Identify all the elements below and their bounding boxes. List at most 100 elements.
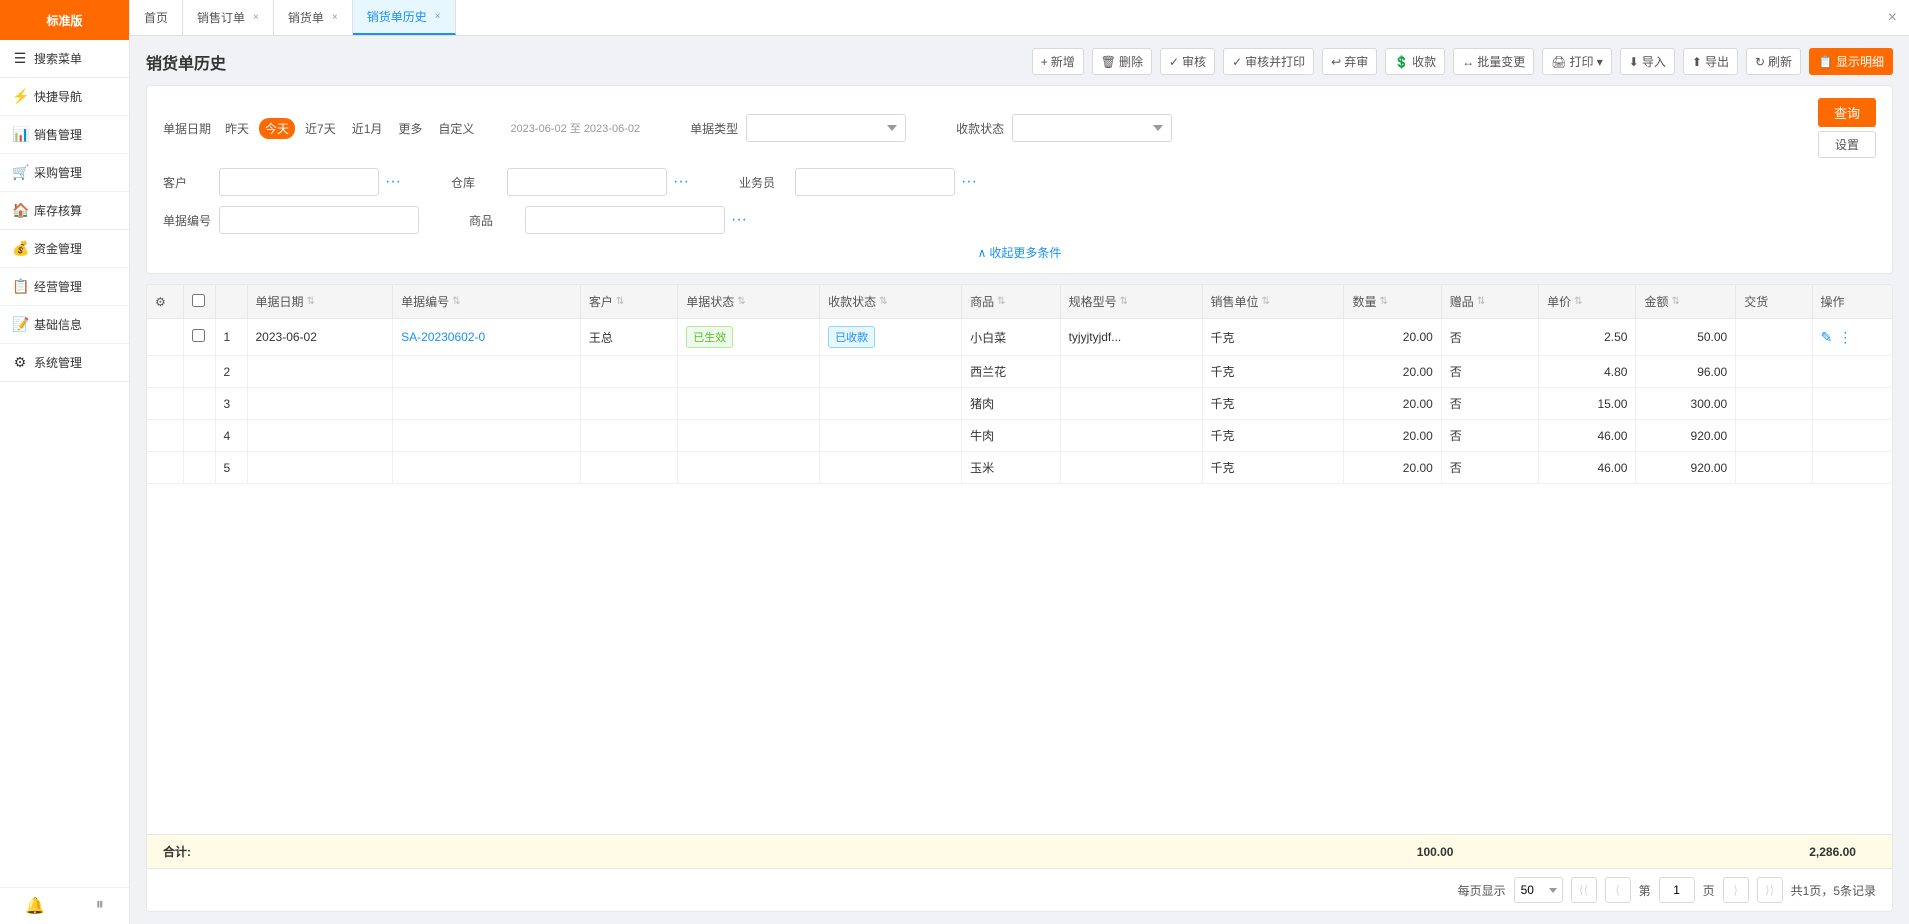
sidebar-item-purchase[interactable]: 🛒采购管理 [0, 154, 129, 192]
date-today[interactable]: 今天 [259, 118, 295, 139]
refresh-icon: ↻ [1755, 55, 1765, 69]
th-date[interactable]: 单据日期⇅ [247, 285, 393, 319]
th-unitprice[interactable]: 单价⇅ [1539, 285, 1636, 319]
pause-icon[interactable]: ⏸ [96, 896, 104, 916]
td-rowno: 2 [215, 356, 247, 388]
main-area: 首页销售订单×销货单× 销货单历史 × × 销货单历史 +新增 🗑删除 ✓审核 ✓审核并打… [130, 0, 1909, 924]
sidebar-item-operations[interactable]: 📋经营管理 [0, 268, 129, 306]
date-custom[interactable]: 自定义 [432, 118, 480, 139]
th-gift[interactable]: 赠品⇅ [1441, 285, 1538, 319]
batch-change-button[interactable]: ↔批量变更 [1453, 48, 1534, 75]
export-button[interactable]: ⬆导出 [1683, 48, 1738, 75]
doc-type-select[interactable] [746, 114, 906, 142]
td-checkbox [183, 420, 215, 452]
th-unit[interactable]: 销售单位⇅ [1202, 285, 1344, 319]
td-trade [1736, 452, 1812, 484]
th-goods[interactable]: 商品⇅ [962, 285, 1060, 319]
tab-close-icon[interactable]: × [253, 12, 259, 23]
date-7days[interactable]: 近7天 [299, 118, 342, 139]
tab-home[interactable]: 首页 [130, 0, 183, 35]
sidebar-item-inventory[interactable]: 🏠库存核算 [0, 192, 129, 230]
tab-bar-close-btn[interactable]: × [1876, 9, 1909, 27]
select-all-checkbox[interactable] [192, 294, 205, 307]
tab-close-icon[interactable]: × [332, 12, 338, 23]
th-trade: 交货 [1736, 285, 1812, 319]
goods-input[interactable] [525, 206, 725, 234]
th-docno[interactable]: 单据编号⇅ [393, 285, 581, 319]
td-date [247, 452, 393, 484]
per-page-select[interactable]: 10 20 50 100 [1514, 877, 1563, 903]
sidebar-item-basic[interactable]: 📝基础信息 [0, 306, 129, 344]
edit-action-btn[interactable]: ✎ [1821, 329, 1833, 345]
warehouse-more-icon[interactable]: ··· [673, 173, 689, 191]
date-yesterday[interactable]: 昨天 [219, 118, 255, 139]
more-action-btn[interactable]: ⋮ [1838, 329, 1852, 345]
notification-icon[interactable]: 🔔 [25, 896, 45, 916]
page-title: 销货单历史 [146, 50, 226, 74]
th-customer[interactable]: 客户⇅ [580, 285, 677, 319]
sidebar-item-finance[interactable]: 💰资金管理 [0, 230, 129, 268]
inventory-icon: 🏠 [12, 202, 28, 219]
new-button[interactable]: +新增 [1032, 48, 1084, 75]
collect-status-select[interactable] [1012, 114, 1172, 142]
filter-collapse-row: ∧ 收起更多条件 [163, 244, 1876, 261]
filter-row-1: 单据日期 昨天 今天 近7天 近1月 更多 自定义 2023-06-02 至 2… [163, 98, 1876, 158]
tab-sales-order[interactable]: 销售订单× [183, 0, 274, 35]
th-action: 操作 [1812, 285, 1892, 319]
th-amount[interactable]: 金额⇅ [1636, 285, 1736, 319]
show-details-button[interactable]: 📋显示明细 [1809, 48, 1893, 75]
next-page-btn[interactable]: ⟩ [1723, 877, 1749, 903]
import-button[interactable]: ⬇导入 [1620, 48, 1675, 75]
page-input[interactable] [1659, 877, 1695, 903]
collect-status-label: 收款状态 [956, 120, 1006, 137]
date-1month[interactable]: 近1月 [346, 118, 389, 139]
tab-close-icon[interactable]: × [435, 11, 441, 22]
collect-button[interactable]: 💲收款 [1385, 48, 1445, 75]
staff-more-icon[interactable]: ··· [961, 173, 977, 191]
td-unitprice: 46.00 [1539, 452, 1636, 484]
sidebar-item-label: 搜索菜单 [34, 50, 82, 67]
customer-input[interactable] [219, 168, 379, 196]
delete-button[interactable]: 🗑删除 [1092, 48, 1152, 75]
warehouse-input[interactable] [507, 168, 667, 196]
th-docstatus[interactable]: 单据状态⇅ [678, 285, 820, 319]
td-goods: 牛肉 [962, 420, 1060, 452]
td-settings [147, 319, 183, 356]
print-button[interactable]: 🖨打印 ▾ [1542, 48, 1612, 75]
doc-no-input[interactable] [219, 206, 419, 234]
customer-more-icon[interactable]: ··· [385, 173, 401, 191]
td-date [247, 356, 393, 388]
query-button[interactable]: 查询 [1818, 98, 1876, 127]
sidebar-item-system[interactable]: ⚙系统管理 [0, 344, 129, 382]
sidebar: 标准版 ☰搜索菜单⚡快捷导航📊销售管理🛒采购管理🏠库存核算💰资金管理📋经营管理📝… [0, 0, 130, 924]
refresh-button[interactable]: ↻刷新 [1746, 48, 1801, 75]
sidebar-item-sales[interactable]: 📊销售管理 [0, 116, 129, 154]
abandon-button[interactable]: ↩弃审 [1322, 48, 1377, 75]
date-label: 单据日期 [163, 120, 213, 137]
tab-label: 销货单历史 [367, 8, 427, 25]
td-settings [147, 452, 183, 484]
th-collectstatus[interactable]: 收款状态⇅ [820, 285, 962, 319]
collect-status-badge: 已收款 [828, 326, 875, 348]
settings-button[interactable]: 设置 [1818, 131, 1876, 158]
audit-button[interactable]: ✓审核 [1160, 48, 1215, 75]
goods-more-icon[interactable]: ··· [731, 211, 747, 229]
doc-no-label: 单据编号 [163, 212, 213, 229]
tab-sales-invoice[interactable]: 销货单× [274, 0, 353, 35]
audit-print-button[interactable]: ✓审核并打印 [1223, 48, 1314, 75]
row-checkbox[interactable] [192, 329, 205, 342]
th-qty[interactable]: 数量⇅ [1344, 285, 1441, 319]
doc-no-link[interactable]: SA-20230602-0 [401, 330, 485, 344]
collapse-btn[interactable]: ∧ 收起更多条件 [978, 244, 1062, 261]
first-page-btn[interactable]: ⟨⟨ [1571, 877, 1597, 903]
staff-input[interactable] [795, 168, 955, 196]
th-settings[interactable]: ⚙ [147, 285, 183, 319]
last-page-btn[interactable]: ⟩⟩ [1757, 877, 1783, 903]
td-collectstatus [820, 420, 962, 452]
tab-sales-history[interactable]: 销货单历史 × [353, 0, 456, 35]
th-spec[interactable]: 规格型号⇅ [1060, 285, 1202, 319]
date-more[interactable]: 更多 [392, 118, 428, 139]
sidebar-item-search[interactable]: ☰搜索菜单 [0, 40, 129, 78]
sidebar-item-quicknav[interactable]: ⚡快捷导航 [0, 78, 129, 116]
prev-page-btn[interactable]: ⟨ [1605, 877, 1631, 903]
